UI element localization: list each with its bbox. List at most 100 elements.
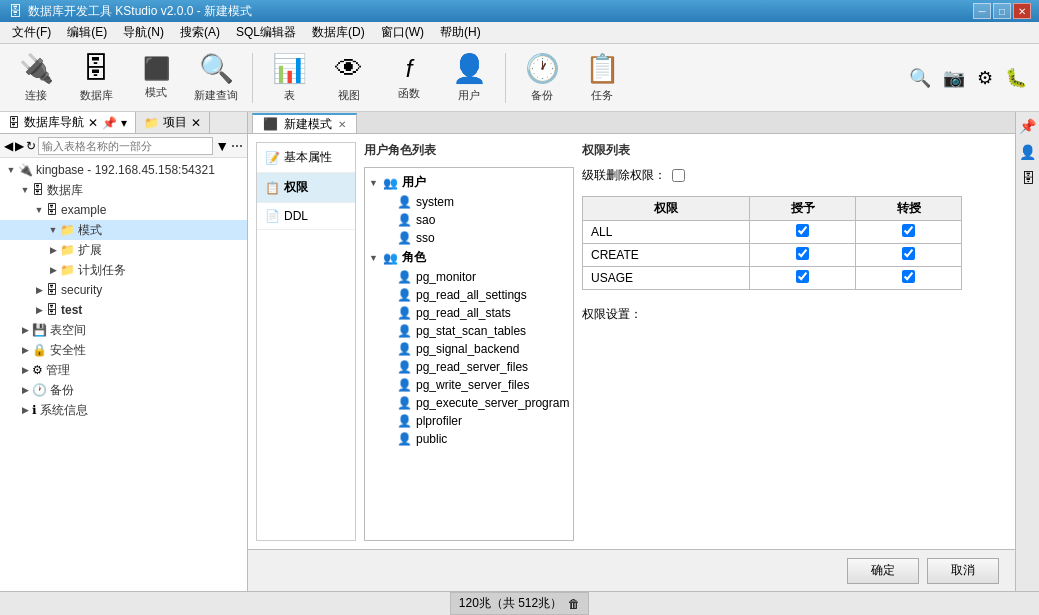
tab-db-nav[interactable]: 🗄 数据库导航 ✕ 📌 ▾ bbox=[0, 112, 136, 133]
search-button[interactable]: 🔍 bbox=[905, 63, 935, 93]
cascade-checkbox[interactable] bbox=[672, 169, 685, 182]
role-pg-signal[interactable]: 👤 pg_signal_backend bbox=[365, 340, 573, 358]
backup-button[interactable]: 🕐 备份 bbox=[514, 49, 570, 107]
menu-db[interactable]: 数据库(D) bbox=[304, 22, 373, 43]
minimize-button[interactable]: ─ bbox=[973, 3, 991, 19]
new-query-button[interactable]: 🔍 新建查询 bbox=[188, 49, 244, 107]
connect-button[interactable]: 🔌 连接 bbox=[8, 49, 64, 107]
user-system[interactable]: 👤 system bbox=[365, 193, 573, 211]
far-icon-pin[interactable]: 📌 bbox=[1017, 116, 1038, 136]
menu-sql[interactable]: SQL编辑器 bbox=[228, 22, 304, 43]
tab-icon: ⬛ bbox=[263, 117, 278, 131]
schema-button[interactable]: ⬛ 模式 bbox=[128, 49, 184, 107]
role-group-header[interactable]: ▼ 👥 角色 bbox=[365, 247, 573, 268]
close-button[interactable]: ✕ bbox=[1013, 3, 1031, 19]
far-icon-db[interactable]: 🗄 bbox=[1019, 168, 1037, 188]
title-bar: 🗄 数据库开发工具 KStudio v2.0.0 - 新建模式 ─ □ ✕ bbox=[0, 0, 1039, 22]
tree-row-7[interactable]: ▶ 🗄 test bbox=[0, 300, 247, 320]
tree-row-4[interactable]: ▶ 📁 扩展 bbox=[0, 240, 247, 260]
tree-row-0[interactable]: ▼ 🔌 kingbase - 192.168.45.158:54321 bbox=[0, 160, 247, 180]
perm-grant-usage-checkbox[interactable] bbox=[796, 270, 809, 283]
view-button[interactable]: 👁 视图 bbox=[321, 49, 377, 107]
perm-grant-all-checkbox[interactable] bbox=[796, 224, 809, 237]
user-sso[interactable]: 👤 sso bbox=[365, 229, 573, 247]
role-icon-plp: 👤 bbox=[397, 414, 412, 428]
tree-row-8[interactable]: ▶ 💾 表空间 bbox=[0, 320, 247, 340]
menu-file[interactable]: 文件(F) bbox=[4, 22, 59, 43]
db-nav-close[interactable]: ✕ bbox=[88, 116, 98, 130]
tree-row-12[interactable]: ▶ ℹ 系统信息 bbox=[0, 400, 247, 420]
perm-grant-all[interactable] bbox=[750, 221, 856, 244]
nav-forward-btn[interactable]: ▶ bbox=[15, 139, 24, 153]
toolbar-icon2[interactable]: 📷 bbox=[939, 63, 969, 93]
role-pg-execute[interactable]: 👤 pg_execute_server_program bbox=[365, 394, 573, 412]
confirm-button[interactable]: 确定 bbox=[847, 558, 919, 584]
tree-row-1[interactable]: ▼ 🗄 数据库 bbox=[0, 180, 247, 200]
role-pg-stat-scan[interactable]: 👤 pg_stat_scan_tables bbox=[365, 322, 573, 340]
toolbar-separator2 bbox=[505, 53, 506, 103]
icon-0: 🔌 bbox=[18, 163, 33, 177]
db-nav-pin[interactable]: 📌 bbox=[102, 116, 117, 130]
tab-close-btn[interactable]: ✕ bbox=[338, 119, 346, 130]
database-button[interactable]: 🗄 数据库 bbox=[68, 49, 124, 107]
filter-icon[interactable]: ▼ bbox=[215, 138, 229, 154]
far-icon-user[interactable]: 👤 bbox=[1017, 142, 1038, 162]
toolbar-icon3[interactable]: ⚙ bbox=[973, 63, 997, 93]
role-pg-monitor[interactable]: 👤 pg_monitor bbox=[365, 268, 573, 286]
role-icon-pg-wsf: 👤 bbox=[397, 378, 412, 392]
menu-search[interactable]: 搜索(A) bbox=[172, 22, 228, 43]
editor-left-nav: 📝 基本属性 📋 权限 📄 DDL bbox=[256, 142, 356, 541]
tree-row-9[interactable]: ▶ 🔒 安全性 bbox=[0, 340, 247, 360]
perm-withgrant-usage[interactable] bbox=[856, 267, 962, 290]
cancel-button[interactable]: 取消 bbox=[927, 558, 999, 584]
menu-window[interactable]: 窗口(W) bbox=[373, 22, 432, 43]
table-button[interactable]: 📊 表 bbox=[261, 49, 317, 107]
user-sao[interactable]: 👤 sao bbox=[365, 211, 573, 229]
role-public[interactable]: 👤 public bbox=[365, 430, 573, 448]
tree-row-5[interactable]: ▶ 📁 计划任务 bbox=[0, 260, 247, 280]
perm-withgrant-create-checkbox[interactable] bbox=[902, 247, 915, 260]
tree-row-11[interactable]: ▶ 🕐 备份 bbox=[0, 380, 247, 400]
maximize-button[interactable]: □ bbox=[993, 3, 1011, 19]
role-pg-read-server[interactable]: 👤 pg_read_server_files bbox=[365, 358, 573, 376]
task-button[interactable]: 📋 任务 bbox=[574, 49, 630, 107]
nav-refresh-btn[interactable]: ↻ bbox=[26, 139, 36, 153]
menu-help[interactable]: 帮助(H) bbox=[432, 22, 489, 43]
role-pg-write-server[interactable]: 👤 pg_write_server_files bbox=[365, 376, 573, 394]
status-trash-icon[interactable]: 🗑 bbox=[568, 597, 580, 611]
tree-search-input[interactable] bbox=[38, 137, 213, 155]
perm-withgrant-create[interactable] bbox=[856, 244, 962, 267]
perm-withgrant-all-checkbox[interactable] bbox=[902, 224, 915, 237]
menu-nav[interactable]: 导航(N) bbox=[115, 22, 172, 43]
tree-row-3[interactable]: ▼ 📁 模式 bbox=[0, 220, 247, 240]
nav-permissions[interactable]: 📋 权限 bbox=[257, 173, 355, 203]
role-plprofiler[interactable]: 👤 plprofiler bbox=[365, 412, 573, 430]
tree-row-10[interactable]: ▶ ⚙ 管理 bbox=[0, 360, 247, 380]
user-group-label: 用户 bbox=[402, 174, 426, 191]
user-button[interactable]: 👤 用户 bbox=[441, 49, 497, 107]
perm-grant-create[interactable] bbox=[750, 244, 856, 267]
nav-back-btn[interactable]: ◀ bbox=[4, 139, 13, 153]
tree-row-2[interactable]: ▼ 🗄 example bbox=[0, 200, 247, 220]
perm-grant-usage[interactable] bbox=[750, 267, 856, 290]
project-close[interactable]: ✕ bbox=[191, 116, 201, 130]
menu-edit[interactable]: 编辑(E) bbox=[59, 22, 115, 43]
perm-withgrant-usage-checkbox[interactable] bbox=[902, 270, 915, 283]
tree-row-6[interactable]: ▶ 🗄 security bbox=[0, 280, 247, 300]
role-pg-read-all-stats[interactable]: 👤 pg_read_all_stats bbox=[365, 304, 573, 322]
tab-project[interactable]: 📁 项目 ✕ bbox=[136, 112, 210, 133]
editor-tab-new-schema[interactable]: ⬛ 新建模式 ✕ bbox=[252, 113, 357, 133]
user-role-list[interactable]: ▼ 👥 用户 👤 system 👤 sao bbox=[364, 167, 574, 541]
icon-5: 📁 bbox=[60, 263, 75, 277]
nav-ddl[interactable]: 📄 DDL bbox=[257, 203, 355, 230]
function-button[interactable]: f 函数 bbox=[381, 49, 437, 107]
user-group-header[interactable]: ▼ 👥 用户 bbox=[365, 172, 573, 193]
nav-basic-props[interactable]: 📝 基本属性 bbox=[257, 143, 355, 173]
role-label-plp: plprofiler bbox=[416, 414, 462, 428]
panel-menu-icon[interactable]: ⋯ bbox=[231, 139, 243, 153]
perm-withgrant-all[interactable] bbox=[856, 221, 962, 244]
role-pg-read-all-settings[interactable]: 👤 pg_read_all_settings bbox=[365, 286, 573, 304]
toolbar-icon4[interactable]: 🐛 bbox=[1001, 63, 1031, 93]
perm-grant-create-checkbox[interactable] bbox=[796, 247, 809, 260]
db-nav-menu[interactable]: ▾ bbox=[121, 116, 127, 130]
